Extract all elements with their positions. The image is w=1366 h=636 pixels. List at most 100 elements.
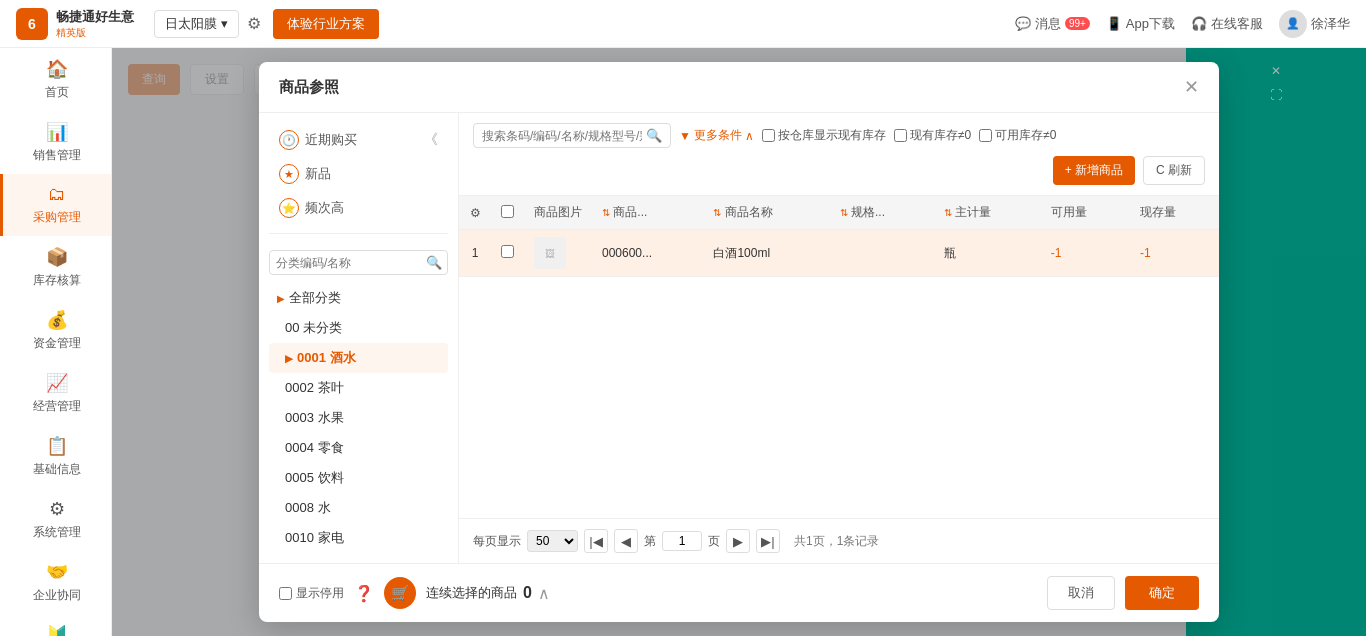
modal-body: 🕐 近期购买 《 ★ 新品 ⭐ 频次高 (259, 113, 1219, 563)
row-check[interactable] (491, 230, 524, 277)
nav-selector[interactable]: 日太阳膜 ▾ (154, 10, 239, 38)
footer-collapse-icon[interactable]: ∧ (538, 584, 550, 603)
col-available[interactable]: 可用量 (1041, 196, 1130, 230)
nav-user[interactable]: 👤 徐泽华 (1279, 10, 1350, 38)
refresh-button[interactable]: C 刷新 (1143, 156, 1205, 185)
cat-tea[interactable]: 0002 茶叶 (269, 373, 448, 403)
col-unit[interactable]: ⇅ 主计量 (934, 196, 1041, 230)
sidebar-item-enterprise[interactable]: 🤝 企业协同 (0, 551, 111, 614)
select-all-checkbox[interactable] (501, 205, 514, 218)
page-last-btn[interactable]: ▶| (756, 529, 780, 553)
page-next-btn[interactable]: ▶ (726, 529, 750, 553)
home-icon: 🏠 (46, 58, 68, 80)
selected-label: 连续选择的商品 (426, 584, 517, 602)
cat-uncategorized[interactable]: 00 未分类 (269, 313, 448, 343)
col-code[interactable]: ⇅ 商品... (592, 196, 703, 230)
cat-drink[interactable]: 0005 饮料 (269, 463, 448, 493)
cat-water[interactable]: 0008 水 (269, 493, 448, 523)
logo-title: 畅捷通好生意 (56, 8, 134, 26)
category-search-input[interactable] (276, 256, 426, 270)
sidebar-item-basic[interactable]: 📋 基础信息 (0, 425, 111, 488)
product-search-box[interactable]: 🔍 (473, 123, 671, 148)
cancel-button[interactable]: 取消 (1047, 576, 1115, 610)
logo-sub: 精英版 (56, 26, 134, 40)
checkbox-available[interactable]: 可用库存≠0 (979, 127, 1056, 144)
modal-overlay: 商品参照 ✕ 🕐 近期购买 《 (112, 48, 1366, 636)
cat-appliance[interactable]: 0010 家电 (269, 523, 448, 553)
category-search-icon[interactable]: 🔍 (426, 255, 442, 270)
show-disabled-label: 显示停用 (296, 585, 344, 602)
sidebar-item-business[interactable]: 📈 经营管理 (0, 362, 111, 425)
modal-close-button[interactable]: ✕ (1184, 76, 1199, 98)
exp-button[interactable]: 体验行业方案 (273, 9, 379, 39)
row-unit: 瓶 (934, 230, 1041, 277)
page-total-info: 共1页，1条记录 (794, 533, 879, 550)
filter-button[interactable]: ▼ 更多条件 ∧ (679, 127, 754, 144)
sidebar-item-system[interactable]: ⚙ 系统管理 (0, 488, 111, 551)
add-product-button[interactable]: + 新增商品 (1053, 156, 1135, 185)
confirm-button[interactable]: 确定 (1125, 576, 1199, 610)
purchase-icon: 🗂 (48, 184, 66, 205)
cat-snack[interactable]: 0004 零食 (269, 433, 448, 463)
row-code: 000600... (592, 230, 703, 277)
col-stock[interactable]: 现存量 (1130, 196, 1219, 230)
cat-all[interactable]: ▶ 全部分类 (269, 283, 448, 313)
sidebar-item-finance[interactable]: 💰 资金管理 (0, 299, 111, 362)
page-prev-btn[interactable]: ◀ (614, 529, 638, 553)
checkbox-available-input[interactable] (979, 129, 992, 142)
col-spec[interactable]: ⇅ 规格... (830, 196, 934, 230)
expand-icon: ▶ (277, 293, 285, 304)
footer-right: 取消 确定 (1047, 576, 1199, 610)
sidebar-label-system: 系统管理 (33, 524, 81, 541)
nav-frequent[interactable]: ⭐ 频次高 (269, 191, 448, 225)
recent-icon: 🕐 (279, 130, 299, 150)
nav-app-download[interactable]: 📱 App下载 (1106, 15, 1175, 33)
checkbox-stock[interactable]: 现有库存≠0 (894, 127, 971, 144)
sidebar-item-inventory[interactable]: 📦 库存核算 (0, 236, 111, 299)
selected-count: 0 (523, 584, 532, 602)
page-number-input[interactable] (662, 531, 702, 551)
product-table: ⚙ 商品图片 ⇅ 商品... (459, 196, 1219, 277)
category-search-box[interactable]: 🔍 (269, 250, 448, 275)
system-icon: ⚙ (49, 498, 65, 520)
nav-frequent-label: 频次高 (305, 199, 344, 217)
cat-all-label: 全部分类 (289, 289, 341, 307)
sidebar-item-guide[interactable]: 🔰 新手引导 (0, 614, 111, 636)
row-img: 🖼 (524, 230, 592, 277)
nav-message[interactable]: 💬 消息 99+ (1015, 15, 1090, 33)
sidebar: 🏠 首页 📊 销售管理 🗂 采购管理 📦 库存核算 💰 资金管理 📈 经营管理 … (0, 48, 112, 636)
sidebar-label-basic: 基础信息 (33, 461, 81, 478)
page-first-btn[interactable]: |◀ (584, 529, 608, 553)
table-row[interactable]: 1 🖼 000600... 白酒100ml 瓶 (459, 230, 1219, 277)
sidebar-item-sales[interactable]: 📊 销售管理 (0, 111, 111, 174)
cat-fruit[interactable]: 0003 水果 (269, 403, 448, 433)
sidebar-item-purchase[interactable]: 🗂 采购管理 (0, 174, 111, 236)
nav-new[interactable]: ★ 新品 (269, 157, 448, 191)
col-settings[interactable]: ⚙ (459, 196, 491, 230)
show-disabled-input[interactable] (279, 587, 292, 600)
footer-selected: 连续选择的商品 0 ∧ (426, 584, 550, 603)
cat-fruit-label: 0003 水果 (285, 409, 344, 427)
checkbox-warehouse-input[interactable] (762, 129, 775, 142)
settings-icon[interactable]: ⚙ (247, 14, 261, 33)
product-search-icon[interactable]: 🔍 (646, 128, 662, 143)
help-icon[interactable]: ❓ (354, 584, 374, 603)
show-disabled-checkbox[interactable]: 显示停用 (279, 585, 344, 602)
right-panel: 🔍 ▼ 更多条件 ∧ 按仓库显示现有库存 (459, 113, 1219, 563)
frequent-icon: ⭐ (279, 198, 299, 218)
nav-recent[interactable]: 🕐 近期购买 《 (269, 123, 448, 157)
checkbox-stock-input[interactable] (894, 129, 907, 142)
page-label: 第 (644, 533, 656, 550)
collapse-icon[interactable]: 《 (424, 131, 438, 149)
col-check[interactable] (491, 196, 524, 230)
checkbox-warehouse[interactable]: 按仓库显示现有库存 (762, 127, 886, 144)
row-checkbox[interactable] (501, 245, 514, 258)
cat-liquor[interactable]: ▶ 0001 酒水 (269, 343, 448, 373)
toolbar-right: + 新增商品 C 刷新 (1053, 156, 1205, 185)
per-page-select[interactable]: 50 10 20 100 (527, 530, 578, 552)
left-nav: 🕐 近期购买 《 ★ 新品 ⭐ 频次高 (259, 123, 458, 225)
sidebar-item-home[interactable]: 🏠 首页 (0, 48, 111, 111)
nav-online-service[interactable]: 🎧 在线客服 (1191, 15, 1263, 33)
product-search-input[interactable] (482, 129, 642, 143)
col-name[interactable]: ⇅ 商品名称 (703, 196, 829, 230)
